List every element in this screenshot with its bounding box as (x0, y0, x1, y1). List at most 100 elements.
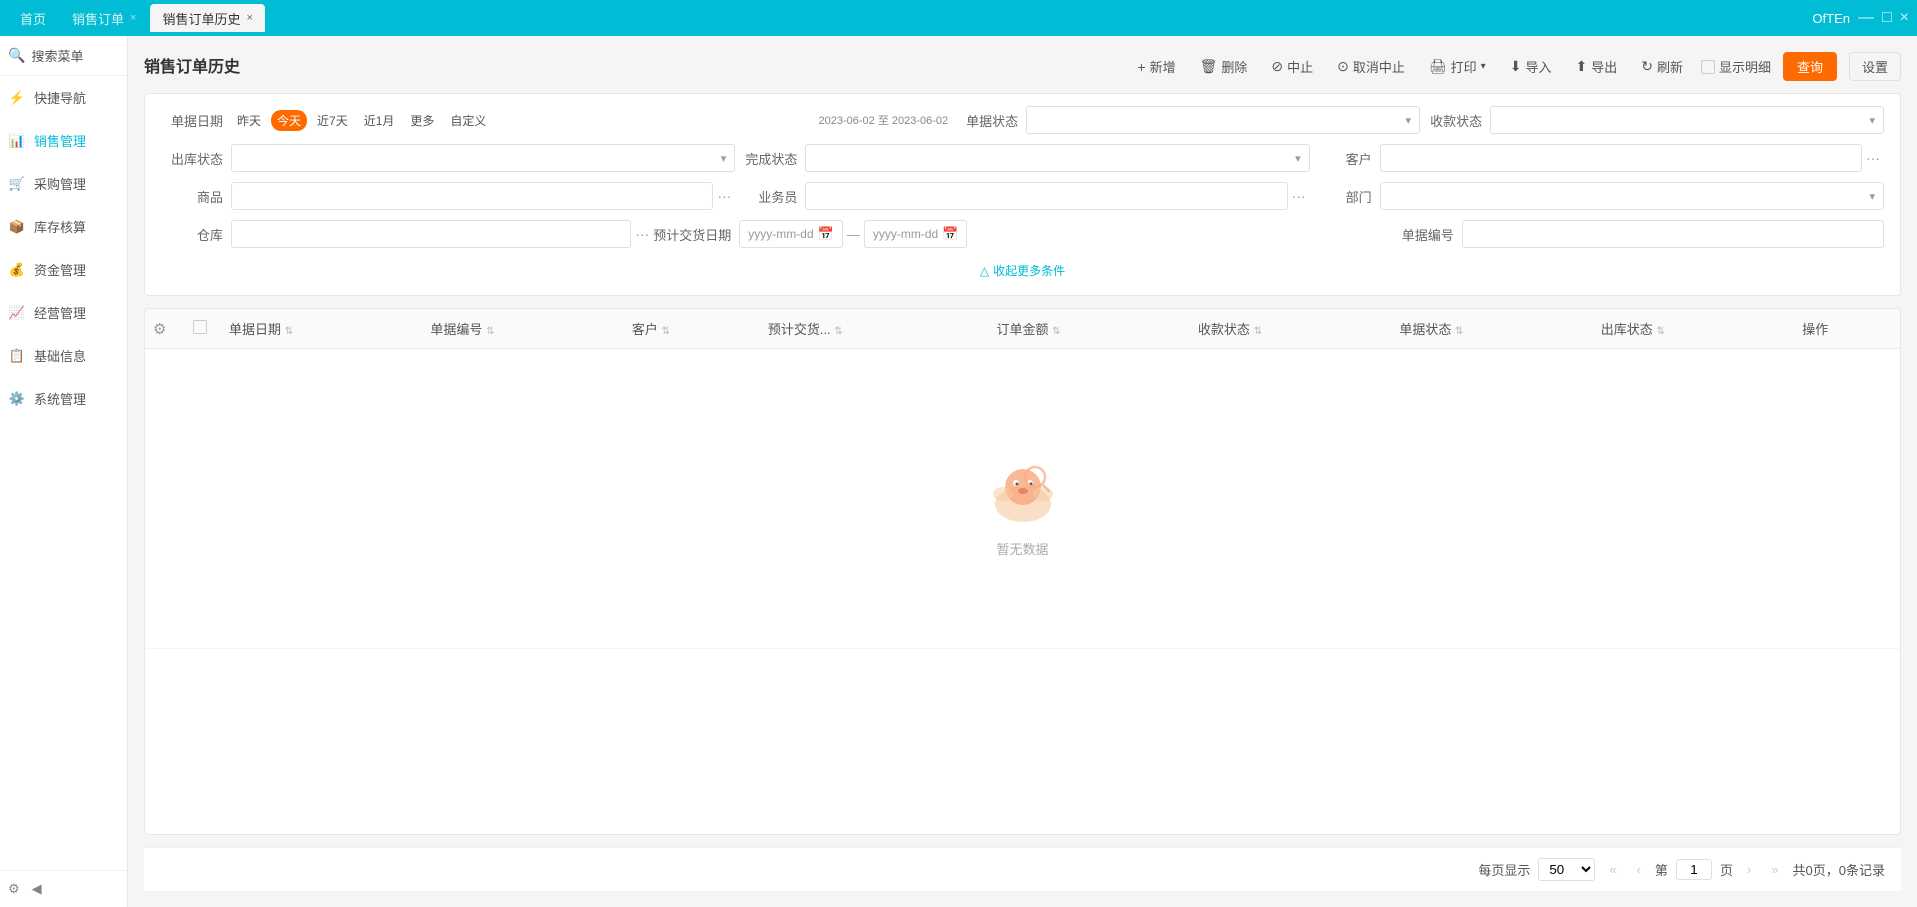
goods-input[interactable] (231, 182, 713, 210)
next-page-btn[interactable]: › (1741, 860, 1757, 879)
date-more[interactable]: 更多 (404, 110, 440, 131)
sidebar-item-sales-mgmt[interactable]: 📊 销售管理 (0, 119, 127, 162)
filter-warehouse: 仓库 ··· (161, 220, 653, 248)
cancel-stop-button[interactable]: ⊙ 取消中止 (1331, 53, 1411, 80)
goods-dots[interactable]: ··· (713, 188, 735, 204)
first-page-btn[interactable]: « (1603, 860, 1622, 879)
outbound-label: 出库状态 (161, 149, 231, 168)
settings-button[interactable]: 设置 (1849, 52, 1901, 81)
data-table: ⚙ 单据日期 ⇅ 单据编号 ⇅ (145, 309, 1900, 649)
order-no-input[interactable] (1462, 220, 1884, 248)
filter-doc-status: 单据状态 ▾ (956, 106, 1420, 134)
table-container: ⚙ 单据日期 ⇅ 单据编号 ⇅ (144, 308, 1901, 835)
tab-sales-order-history[interactable]: 销售订单历史 × (150, 4, 264, 32)
sidebar-item-sys-mgmt-label: 系统管理 (34, 389, 86, 408)
import-button[interactable]: ⬇ 导入 (1504, 53, 1558, 80)
th-amount-label: 订单金额 (997, 322, 1049, 337)
date-7days[interactable]: 近7天 (311, 110, 354, 131)
date-yesterday[interactable]: 昨天 (231, 110, 267, 131)
minimize-btn[interactable]: — (1858, 9, 1874, 27)
print-dropdown-icon: ▾ (1481, 61, 1486, 72)
outbound-select[interactable]: ▾ (231, 144, 735, 172)
department-select[interactable]: ▾ (1380, 182, 1884, 210)
quick-nav-icon: ⚡ (8, 89, 26, 107)
th-receipt-sort[interactable]: ⇅ (1254, 326, 1262, 337)
display-toggle[interactable]: 显示明细 (1701, 57, 1771, 76)
refresh-label: 刷新 (1657, 57, 1683, 76)
sidebar-search[interactable]: 🔍 搜索菜单 (0, 36, 127, 76)
sidebar-item-quick-nav[interactable]: ⚡ 快捷导航 (0, 76, 127, 119)
delivery-date-from-value: yyyy-mm-dd (748, 227, 813, 241)
table-body: 暂无数据 (145, 349, 1900, 649)
tab-sales-order-close[interactable]: × (130, 12, 136, 24)
sidebar-item-inventory[interactable]: 📦 库存核算 (0, 205, 127, 248)
page-unit-label: 页 (1720, 860, 1733, 879)
th-outbound-sort[interactable]: ⇅ (1656, 326, 1664, 337)
customer-input[interactable] (1380, 144, 1862, 172)
date-range-dash: — (847, 227, 860, 242)
tab-sales-order-history-close[interactable]: × (246, 12, 252, 24)
add-button[interactable]: + 新增 (1131, 53, 1181, 80)
delivery-date-to[interactable]: yyyy-mm-dd 📅 (864, 220, 968, 248)
th-receipt-status-label: 收款状态 (1198, 322, 1250, 337)
delete-button[interactable]: 🗑 删除 (1194, 53, 1254, 80)
tab-list: 首页 销售订单 × 销售订单历史 × (8, 0, 265, 36)
th-outbound-status-label: 出库状态 (1601, 322, 1653, 337)
maximize-btn[interactable]: □ (1882, 9, 1892, 27)
table-settings-icon[interactable]: ⚙ (153, 321, 166, 338)
refresh-icon: ↻ (1641, 58, 1653, 75)
refresh-button[interactable]: ↻ 刷新 (1635, 53, 1689, 80)
complete-select[interactable]: ▾ (805, 144, 1309, 172)
sidebar-item-purchase-mgmt[interactable]: 🛒 采购管理 (0, 162, 127, 205)
salesperson-dots[interactable]: ··· (1288, 188, 1310, 204)
th-amount-sort[interactable]: ⇅ (1052, 326, 1060, 337)
page-input[interactable] (1676, 859, 1712, 880)
print-button[interactable]: 🖨 打印 ▾ (1423, 53, 1492, 80)
sidebar-item-sys-mgmt[interactable]: ⚙️ 系统管理 (0, 377, 127, 420)
sidebar-settings-btn[interactable]: ⚙ (8, 881, 20, 897)
customer-dots[interactable]: ··· (1862, 150, 1884, 166)
filter-complete: 完成状态 ▾ (735, 144, 1309, 172)
close-window-btn[interactable]: × (1900, 9, 1909, 27)
th-check (185, 309, 221, 349)
tab-sales-order-label: 销售订单 (72, 9, 124, 28)
doc-status-select[interactable]: ▾ (1026, 106, 1420, 134)
page-prefix-label: 第 (1655, 860, 1668, 879)
prev-page-btn[interactable]: ‹ (1631, 860, 1647, 879)
th-customer-sort[interactable]: ⇅ (661, 326, 669, 337)
export-button[interactable]: ⬆ 导出 (1569, 53, 1623, 80)
warehouse-dots[interactable]: ··· (631, 226, 653, 242)
doc-status-label: 单据状态 (956, 111, 1026, 130)
sidebar-item-finance[interactable]: 💰 资金管理 (0, 248, 127, 291)
display-toggle-checkbox[interactable] (1701, 60, 1715, 74)
empty-state-cell: 暂无数据 (145, 349, 1900, 649)
th-delivery-sort[interactable]: ⇅ (834, 326, 842, 337)
tab-sales-order[interactable]: 销售订单 × (60, 4, 148, 32)
settings-button-label: 设置 (1862, 57, 1888, 76)
export-icon: ⬆ (1575, 58, 1587, 75)
salesperson-input[interactable] (805, 182, 1287, 210)
select-all-checkbox[interactable] (193, 320, 207, 334)
cancel-stop-icon: ⊙ (1337, 58, 1349, 75)
search-button[interactable]: 查询 (1783, 52, 1837, 81)
date-today[interactable]: 今天 (271, 110, 307, 131)
th-order-no-sort[interactable]: ⇅ (486, 326, 494, 337)
delivery-date-from[interactable]: yyyy-mm-dd 📅 (739, 220, 843, 248)
tab-home[interactable]: 首页 (8, 4, 58, 32)
th-date-sort[interactable]: ⇅ (285, 326, 293, 337)
per-page-select[interactable]: 50 10 20 100 (1538, 858, 1595, 881)
customer-label: 客户 (1310, 149, 1380, 168)
department-arrow: ▾ (1869, 190, 1875, 203)
collapse-button[interactable]: △ 收起更多条件 (161, 262, 1884, 279)
date-1month[interactable]: 近1月 (358, 110, 401, 131)
receipt-status-select[interactable]: ▾ (1490, 106, 1884, 134)
sidebar-item-basic-info[interactable]: 📋 基础信息 (0, 334, 127, 377)
warehouse-input[interactable] (231, 220, 631, 248)
calendar-from-icon: 📅 (818, 226, 834, 242)
sidebar-item-operations[interactable]: 📈 经营管理 (0, 291, 127, 334)
last-page-btn[interactable]: » (1765, 860, 1784, 879)
sidebar-collapse-btn[interactable]: ◀ (32, 881, 42, 897)
th-doc-sort[interactable]: ⇅ (1455, 326, 1463, 337)
stop-button[interactable]: ⊘ 中止 (1265, 53, 1319, 80)
date-custom[interactable]: 自定义 (444, 110, 492, 131)
